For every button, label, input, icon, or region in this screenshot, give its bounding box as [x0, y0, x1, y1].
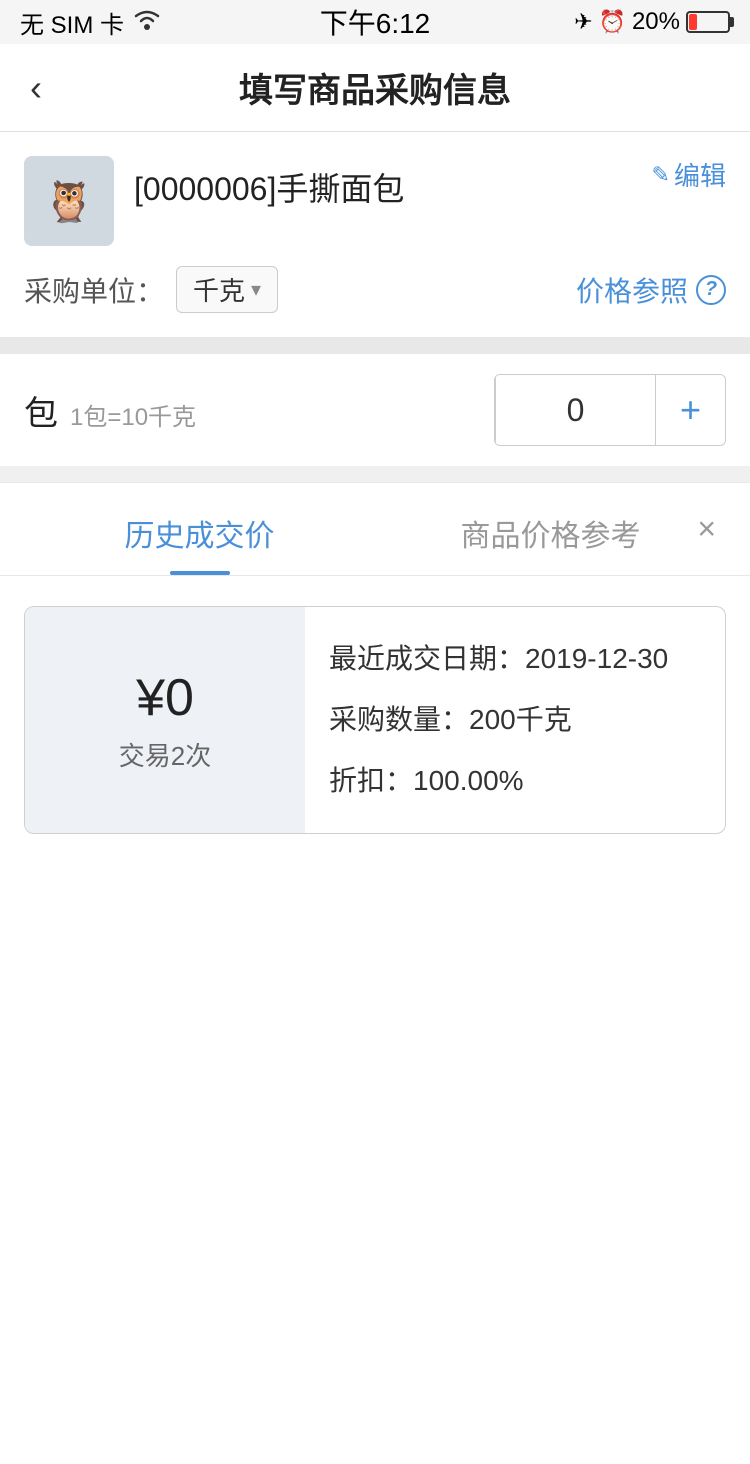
product-name: [0000006]手撕面包 — [134, 160, 652, 210]
wifi-icon — [132, 8, 162, 37]
tabs-container: 历史成交价 商品价格参考 × ¥0 交易2次 最近成交日期：2019-12-30… — [0, 482, 750, 864]
history-details: 最近成交日期：2019-12-30 采购数量：200千克 折扣：100.00% — [305, 607, 725, 833]
product-card: 🦉 [0000006]手撕面包 ✎ 编辑 采购单位： 千克 ▾ 价格参照 ? — [0, 132, 750, 338]
tabs-close-button[interactable]: × — [687, 501, 726, 558]
bottom-area — [0, 864, 750, 1464]
discount-label: 折扣： — [329, 765, 413, 796]
product-image: 🦉 — [24, 156, 114, 246]
quantity-plus-button[interactable]: + — [655, 375, 725, 445]
battery-percent: 20% — [632, 8, 680, 36]
product-header: 🦉 [0000006]手撕面包 ✎ 编辑 — [24, 156, 726, 246]
carrier-text: 无 SIM 卡 — [20, 5, 124, 40]
tab-product-label: 商品价格参考 — [461, 520, 641, 553]
unit-value: 千克 — [193, 271, 245, 308]
recent-date-row: 最近成交日期：2019-12-30 — [329, 637, 701, 682]
quantity-unit-label: 包 — [24, 386, 58, 435]
history-content: ¥0 交易2次 最近成交日期：2019-12-30 采购数量：200千克 折扣：… — [0, 576, 750, 864]
section-divider — [0, 338, 750, 354]
product-info: 🦉 [0000006]手撕面包 — [24, 156, 652, 246]
status-time: 下午6:12 — [320, 2, 431, 42]
edit-button[interactable]: ✎ 编辑 — [652, 156, 726, 193]
unit-select[interactable]: 千克 ▾ — [176, 266, 278, 313]
back-button[interactable]: ‹ — [20, 57, 52, 119]
product-id: [0000006] — [134, 171, 276, 207]
price-ref-button[interactable]: 价格参照 ? — [576, 270, 726, 310]
purchase-qty-value: 200千克 — [469, 704, 572, 735]
history-price-section: ¥0 交易2次 — [25, 607, 305, 833]
quantity-controls: + — [494, 374, 726, 446]
product-unit-row: 采购单位： 千克 ▾ 价格参照 ? — [24, 266, 726, 313]
product-logo-icon: 🦉 — [44, 178, 94, 225]
edit-label: 编辑 — [674, 156, 726, 193]
status-left: 无 SIM 卡 — [20, 5, 162, 40]
price-ref-label: 价格参照 — [576, 270, 688, 310]
quantity-row: 包 1包=10千克 + — [0, 354, 750, 466]
page-title: 填写商品采购信息 — [239, 63, 511, 112]
purchase-qty-label: 采购数量： — [329, 704, 469, 735]
unit-label: 采购单位： 千克 ▾ — [24, 266, 278, 313]
battery-fill — [689, 14, 697, 30]
currency-symbol: ¥ — [136, 669, 165, 727]
price-ref-info-icon: ? — [696, 275, 726, 305]
quantity-unit: 包 1包=10千克 — [24, 386, 196, 435]
quantity-input[interactable] — [495, 375, 655, 445]
purchase-qty-row: 采购数量：200千克 — [329, 698, 701, 743]
chevron-down-icon: ▾ — [251, 277, 261, 302]
product-title: 手撕面包 — [276, 171, 404, 207]
tab-product-price-ref[interactable]: 商品价格参考 — [375, 483, 726, 575]
gps-icon: ✈ — [574, 9, 592, 35]
history-price-value: ¥0 — [136, 668, 194, 728]
status-right: ✈ ⏰ 20% — [574, 8, 730, 36]
status-bar: 无 SIM 卡 下午6:12 ✈ ⏰ 20% — [0, 0, 750, 44]
quantity-conversion: 1包=10千克 — [70, 397, 196, 432]
discount-value: 100.00% — [413, 765, 524, 796]
tab-history-label: 历史成交价 — [125, 520, 275, 553]
discount-row: 折扣：100.00% — [329, 759, 701, 804]
alarm-icon: ⏰ — [599, 9, 626, 35]
battery-icon — [686, 11, 730, 33]
tab-history-price[interactable]: 历史成交价 — [24, 483, 375, 575]
history-card: ¥0 交易2次 最近成交日期：2019-12-30 采购数量：200千克 折扣：… — [24, 606, 726, 834]
unit-label-text: 采购单位： — [24, 270, 164, 310]
tabs-header: 历史成交价 商品价格参考 × — [0, 483, 750, 576]
trade-count: 交易2次 — [119, 736, 211, 773]
recent-date-value: 2019-12-30 — [525, 643, 668, 674]
recent-date-label: 最近成交日期： — [329, 643, 525, 674]
nav-bar: ‹ 填写商品采购信息 — [0, 44, 750, 132]
edit-pencil-icon: ✎ — [652, 162, 670, 188]
price-number: 0 — [165, 669, 194, 727]
